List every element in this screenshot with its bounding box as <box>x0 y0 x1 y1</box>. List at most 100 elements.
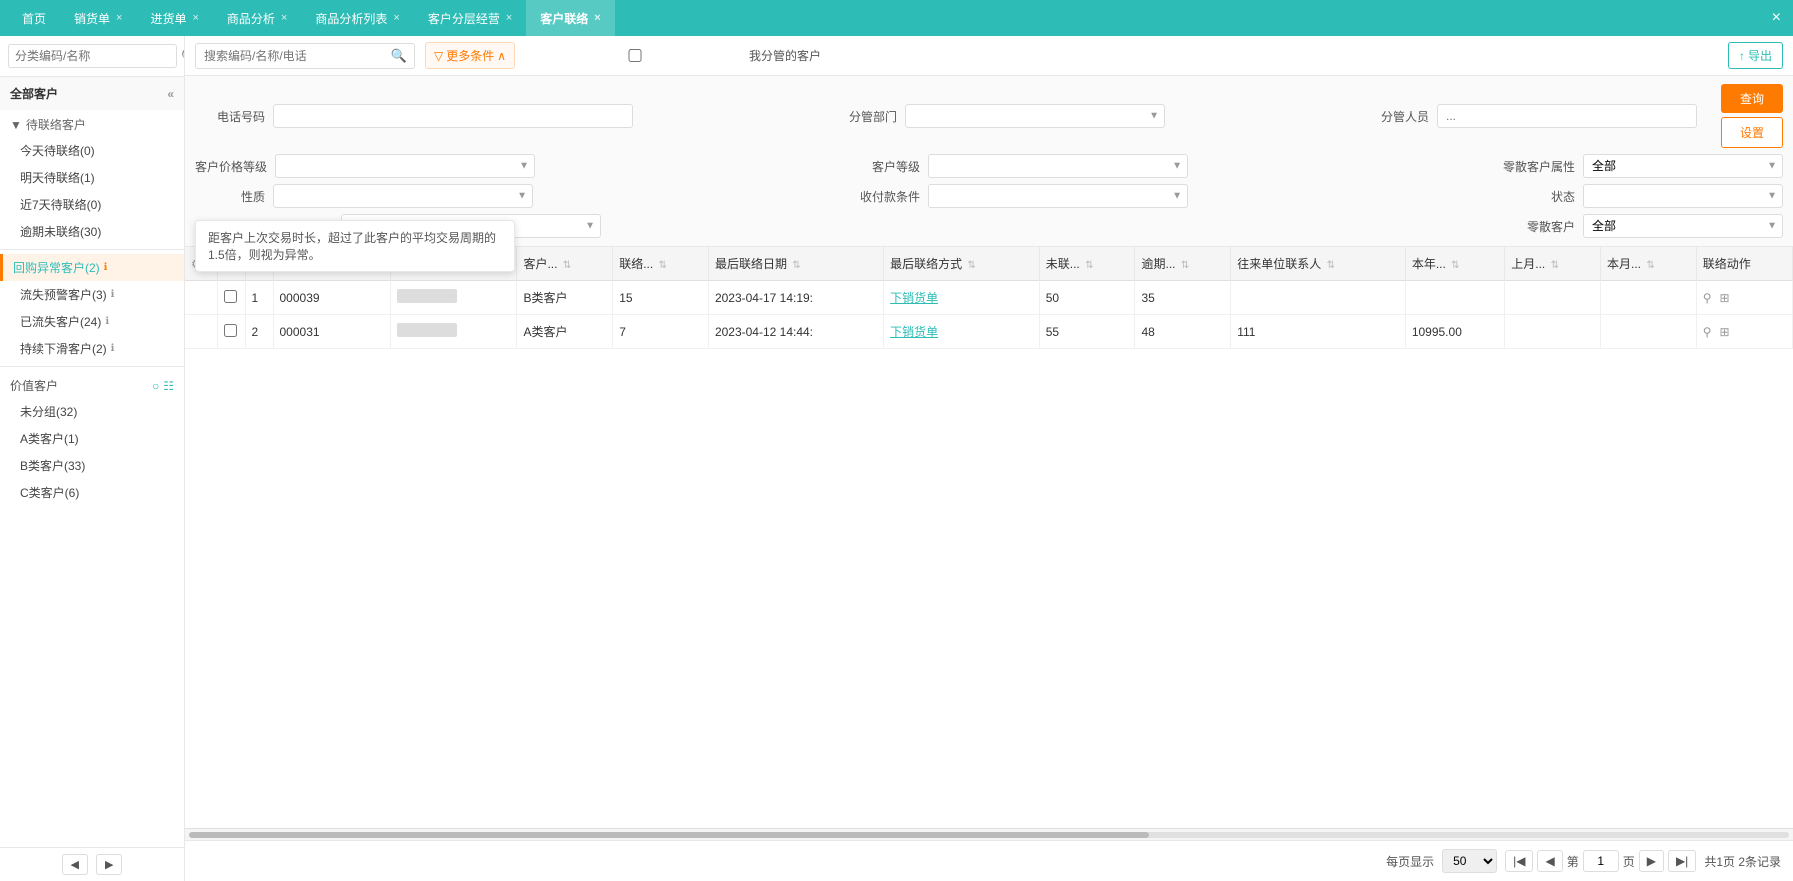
retail-attr-select[interactable]: 全部 <box>1583 154 1783 178</box>
sidebar-group-pending[interactable]: ▼ 待联络客户 <box>0 110 184 137</box>
sidebar-collapse-icon[interactable]: « <box>167 87 174 101</box>
page-number-input[interactable] <box>1583 850 1619 872</box>
nav-item-sales[interactable]: 销货单 × <box>60 0 136 36</box>
td-code-1: 000039 <box>273 281 391 315</box>
sidebar-item-overdue[interactable]: 逾期未联络(30) <box>0 218 184 245</box>
contact-icon-1[interactable]: ⚲ <box>1703 291 1712 305</box>
td-checkbox-2 <box>217 315 245 349</box>
action-icons-1: ⚲ ⊞ <box>1703 291 1786 305</box>
td-last-month-1 <box>1505 281 1601 315</box>
nav-item-purchase[interactable]: 进货单 × <box>136 0 212 36</box>
sidebar-item-c-class[interactable]: C类客户(6) <box>0 479 184 506</box>
sidebar-item-a-class[interactable]: A类客户(1) <box>0 425 184 452</box>
blurred-name-1 <box>397 289 457 303</box>
td-last-method-2[interactable]: 下销货单 <box>884 315 1040 349</box>
nav-item-home[interactable]: 首页 <box>8 0 60 36</box>
th-unread[interactable]: 未联... ⇅ <box>1039 247 1135 281</box>
row-checkbox-1[interactable] <box>224 290 237 303</box>
qr-icon-1[interactable]: ⊞ <box>1720 291 1730 305</box>
sort-icon-date: ⇅ <box>792 260 800 271</box>
next-page-btn[interactable]: ▶ <box>1639 850 1664 872</box>
payment-select[interactable] <box>928 184 1188 208</box>
value-group-edit-icon[interactable]: ○ <box>152 379 159 393</box>
sidebar-item-churn-warning[interactable]: 流失预警客户(3) ℹ <box>0 281 184 308</box>
row-checkbox-2[interactable] <box>224 324 237 337</box>
info-icon-churn[interactable]: ℹ <box>111 289 115 300</box>
th-contact-person[interactable]: 往来单位联系人 ⇅ <box>1231 247 1406 281</box>
person-input[interactable] <box>1437 104 1697 128</box>
nav-item-analysis[interactable]: 商品分析 × <box>213 0 301 36</box>
search-input[interactable] <box>195 43 415 69</box>
window-close-button[interactable]: × <box>1772 9 1781 27</box>
sidebar-all-customers[interactable]: 全部客户 « <box>0 77 184 110</box>
sidebar-item-7days[interactable]: 近7天待联络(0) <box>0 191 184 218</box>
filter-actions-col: 查询 设置 <box>1721 84 1783 148</box>
th-last-month[interactable]: 上月... ⇅ <box>1505 247 1601 281</box>
prev-page-btn[interactable]: ◀ <box>1537 850 1562 872</box>
scrollbar-thumb <box>189 832 1149 838</box>
table-body: 1 000039 B类客户 15 2023-04-17 14:19: 下销货单 … <box>185 281 1793 349</box>
search-icon[interactable]: 🔍 <box>391 48 407 64</box>
page-suffix: 页 <box>1623 853 1635 870</box>
sidebar-item-churned[interactable]: 已流失客户(24) ℹ <box>0 308 184 335</box>
th-this-month[interactable]: 本月... ⇅ <box>1600 247 1696 281</box>
nature-select[interactable] <box>273 184 533 208</box>
more-conditions-btn[interactable]: ▽ 更多条件 ∧ <box>425 42 515 69</box>
qr-icon-2[interactable]: ⊞ <box>1720 325 1730 339</box>
price-grade-select[interactable] <box>275 154 535 178</box>
nav-item-analysis-list[interactable]: 商品分析列表 × <box>301 0 413 36</box>
nav-close-sales[interactable]: × <box>116 12 122 24</box>
dept-select[interactable] <box>905 104 1165 128</box>
sort-icon-this-year: ⇅ <box>1451 260 1459 271</box>
sidebar-item-tomorrow[interactable]: 明天待联络(1) <box>0 164 184 191</box>
sidebar-prev-btn[interactable]: ◀ <box>62 854 88 875</box>
payment-label: 收付款条件 <box>850 188 920 205</box>
my-customers-checkbox-wrap[interactable]: 我分管的客户 <box>525 47 821 64</box>
nav-item-customer-mgmt[interactable]: 客户分层经营 × <box>414 0 526 36</box>
th-this-year[interactable]: 本年... ⇅ <box>1405 247 1504 281</box>
contact-icon-2[interactable]: ⚲ <box>1703 325 1712 339</box>
th-contact-count[interactable]: 联络... ⇅ <box>613 247 709 281</box>
sidebar-item-declining[interactable]: 持续下滑客户(2) ℹ <box>0 335 184 362</box>
my-customers-checkbox[interactable] <box>525 49 745 62</box>
retail-customer-select[interactable]: 全部 <box>1583 214 1783 238</box>
settings-btn[interactable]: 设置 <box>1721 117 1783 148</box>
person-label: 分管人员 <box>1359 108 1429 125</box>
customer-grade-select[interactable] <box>928 154 1188 178</box>
nav-close-purchase[interactable]: × <box>192 12 198 24</box>
info-icon-repurchase[interactable]: ℹ <box>104 262 108 273</box>
nav-item-customer-contact[interactable]: 客户联络 × <box>526 0 614 36</box>
last-page-btn[interactable]: ▶| <box>1668 850 1696 872</box>
horizontal-scrollbar[interactable] <box>185 828 1793 840</box>
sidebar-item-b-class[interactable]: B类客户(33) <box>0 452 184 479</box>
b-class-label: B类客户(33) <box>20 457 85 474</box>
nav-close-analysis-list[interactable]: × <box>393 12 399 24</box>
value-group-list-icon[interactable]: ☷ <box>163 379 174 393</box>
sidebar-search-input[interactable] <box>8 44 177 68</box>
nav-close-customer-mgmt[interactable]: × <box>506 12 512 24</box>
th-overdue[interactable]: 逾期... ⇅ <box>1135 247 1231 281</box>
nav-label-home: 首页 <box>22 10 46 27</box>
th-last-date[interactable]: 最后联络日期 ⇅ <box>708 247 883 281</box>
sidebar-next-btn[interactable]: ▶ <box>96 854 122 875</box>
th-last-method[interactable]: 最后联络方式 ⇅ <box>884 247 1040 281</box>
info-icon-declining[interactable]: ℹ <box>111 343 115 354</box>
nav-close-customer-contact[interactable]: × <box>594 12 600 24</box>
scrollbar-track <box>189 832 1789 838</box>
first-page-btn[interactable]: |◀ <box>1505 850 1533 872</box>
sidebar-item-today[interactable]: 今天待联络(0) <box>0 137 184 164</box>
retail-attr-label: 零散客户属性 <box>1503 158 1575 175</box>
phone-input[interactable] <box>273 104 633 128</box>
7days-contact-label: 近7天待联络(0) <box>20 196 101 213</box>
repurchase-anomaly-label: 回购异常客户(2) <box>13 259 100 276</box>
per-page-select[interactable]: 50 100 200 <box>1442 849 1497 873</box>
th-type[interactable]: 客户... ⇅ <box>517 247 613 281</box>
sidebar-item-ungrouped[interactable]: 未分组(32) <box>0 398 184 425</box>
info-icon-churned[interactable]: ℹ <box>105 316 109 327</box>
sidebar-item-repurchase-anomaly[interactable]: 回购异常客户(2) ℹ <box>0 254 184 281</box>
td-last-method-1[interactable]: 下销货单 <box>884 281 1040 315</box>
export-btn[interactable]: ↑ 导出 <box>1728 42 1783 69</box>
status-select[interactable] <box>1583 184 1783 208</box>
query-btn[interactable]: 查询 <box>1721 84 1783 113</box>
nav-close-analysis[interactable]: × <box>281 12 287 24</box>
